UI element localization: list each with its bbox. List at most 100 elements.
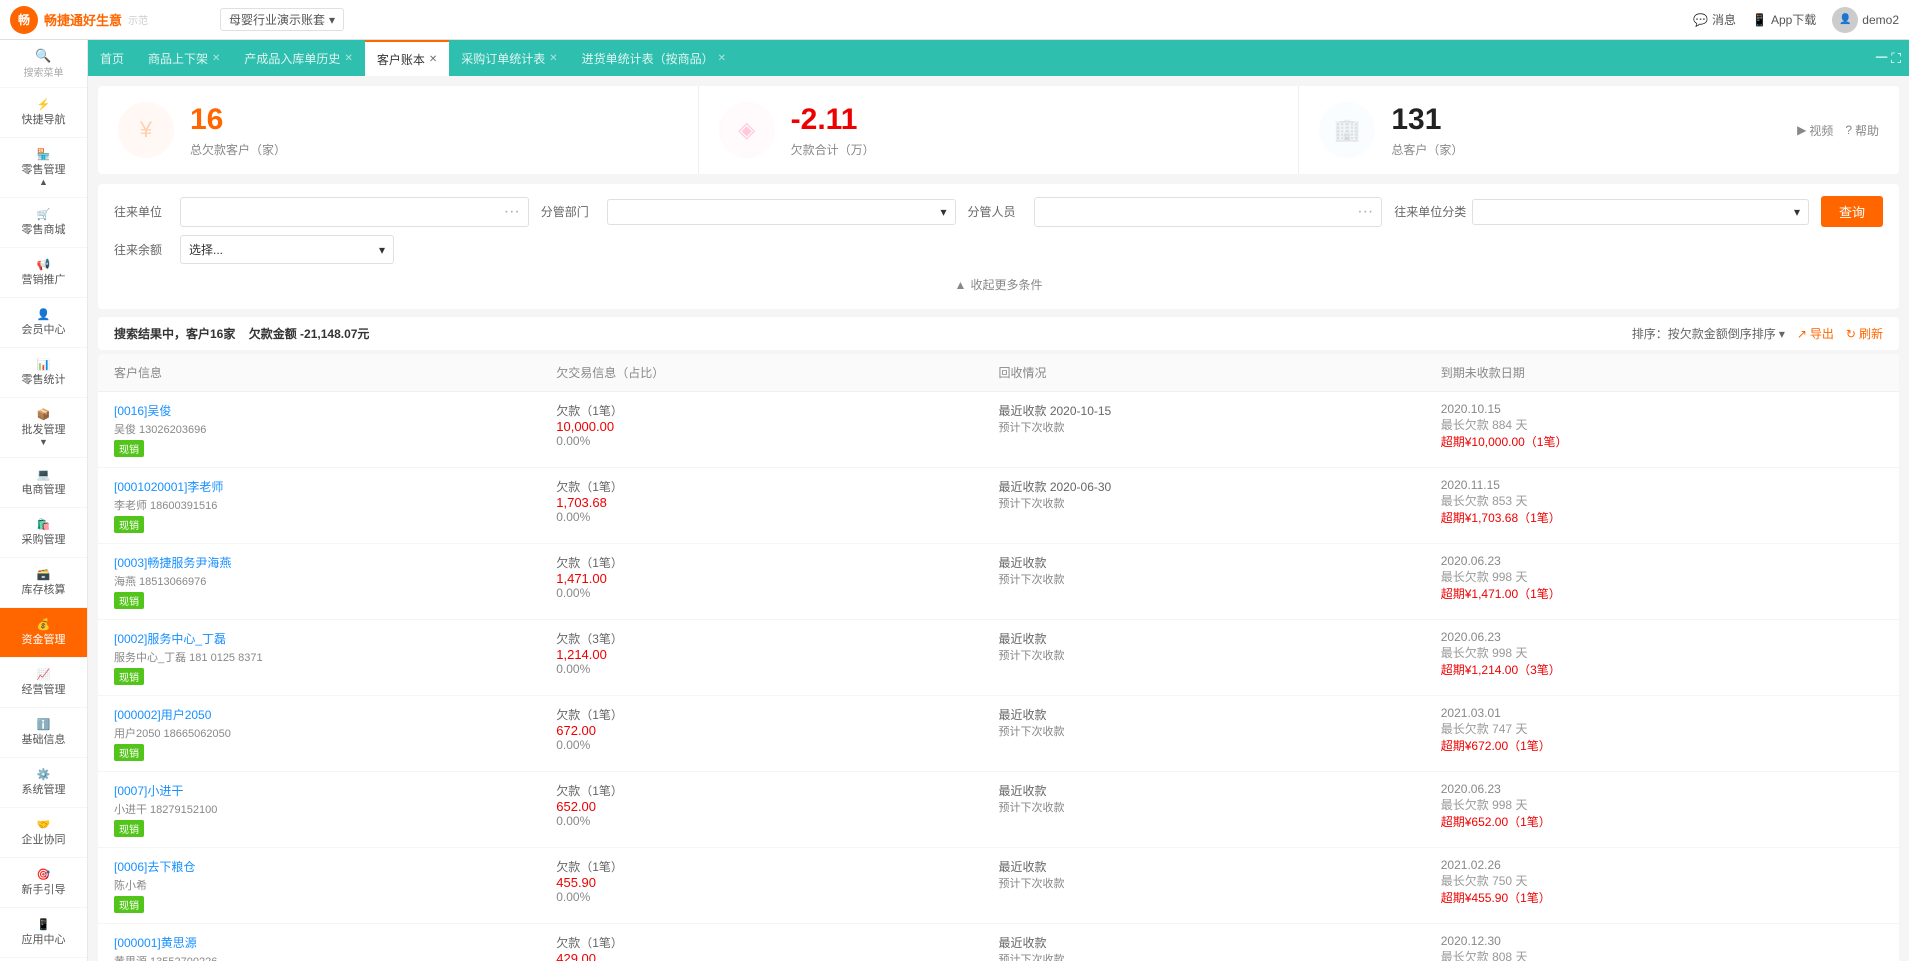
- help-icon: ?: [1845, 123, 1852, 137]
- user-btn[interactable]: 👤 demo2: [1832, 7, 1899, 33]
- next-collection-1: 预计下次收款: [999, 495, 1441, 511]
- sidebar-item-inventory[interactable]: 🗃️ 库存核算: [0, 558, 87, 608]
- filter-dots-icon[interactable]: ···: [504, 203, 520, 221]
- debt-amount-3[interactable]: 1,214.00: [556, 647, 998, 662]
- sidebar-item-retail-stats[interactable]: 📊 零售统计: [0, 348, 87, 398]
- refresh-button[interactable]: ↻ 刷新: [1846, 325, 1883, 342]
- tab-customer-ledger-close[interactable]: ✕: [429, 54, 437, 65]
- help-btn[interactable]: ? 帮助: [1845, 122, 1879, 139]
- collapse-btn[interactable]: ▲ 收起更多条件: [114, 272, 1883, 297]
- overdue-link-4[interactable]: 超期¥672.00（1笔）: [1441, 737, 1883, 754]
- customer-contact-4: 用户2050 18665062050: [114, 725, 556, 741]
- col-header-debt-info: 欠交易信息（占比）: [556, 364, 998, 381]
- collection-info-6: 最近收款 预计下次收款: [999, 858, 1441, 891]
- sidebar-item-retail-mall[interactable]: 🛒 零售商城: [0, 198, 87, 248]
- overdue-days-6: 最长欠款 750 天: [1441, 872, 1883, 889]
- filter-person-dots-icon[interactable]: ···: [1357, 203, 1373, 221]
- sort-button[interactable]: 排序：按欠款金额倒序排序 ▾: [1632, 325, 1785, 342]
- tab-goods-stats[interactable]: 进货单统计表（按商品） ✕: [570, 40, 738, 76]
- last-collection-0: 最近收款 2020-10-15: [999, 402, 1441, 419]
- customer-name-3[interactable]: [0002]服务中心_丁磊: [114, 630, 556, 647]
- debt-amount-7[interactable]: 429.00: [556, 951, 998, 961]
- tab-product-listing-close[interactable]: ✕: [212, 53, 220, 64]
- debt-amount-4[interactable]: 672.00: [556, 723, 998, 738]
- tab-goods-stats-close[interactable]: ✕: [718, 53, 726, 64]
- sidebar-item-operations[interactable]: 📈 经营管理: [0, 658, 87, 708]
- overdue-link-6[interactable]: 超期¥455.90（1笔）: [1441, 889, 1883, 906]
- tab-product-listing[interactable]: 商品上下架 ✕: [136, 40, 232, 76]
- due-date-3: 2020.06.23: [1441, 630, 1883, 644]
- sidebar-item-apps[interactable]: 📱 应用中心: [0, 908, 87, 958]
- overdue-link-3[interactable]: 超期¥1,214.00（3笔）: [1441, 661, 1883, 678]
- tab-purchase-order-stats[interactable]: 采购订单统计表 ✕: [449, 40, 569, 76]
- debt-count-6: 欠款（1笔）: [556, 858, 998, 875]
- sidebar-item-collab[interactable]: 🤝 企业协同: [0, 808, 87, 858]
- store-selector[interactable]: 母婴行业演示账套 ▾: [220, 8, 344, 31]
- wholesale-label: 批发管理: [22, 421, 66, 437]
- due-date-0: 2020.10.15: [1441, 402, 1883, 416]
- customer-name-6[interactable]: [0006]去下粮仓: [114, 858, 556, 875]
- store-name: 母婴行业演示账套: [229, 11, 325, 28]
- wholesale-expand-icon: ▼: [39, 437, 48, 447]
- sidebar-item-quick-nav[interactable]: ⚡ 快捷导航: [0, 88, 87, 138]
- filter-input-person[interactable]: ···: [1034, 197, 1383, 227]
- sidebar-item-finance[interactable]: 💰 资金管理: [0, 608, 87, 658]
- debt-amount-1[interactable]: 1,703.68: [556, 495, 998, 510]
- tab-customer-ledger[interactable]: 客户账本 ✕: [365, 40, 449, 76]
- customer-name-4[interactable]: [000002]用户2050: [114, 706, 556, 723]
- tab-maximize-icon[interactable]: ⛶: [1891, 50, 1901, 67]
- filter-row-1: 往来单位 ··· 分管部门 ▾: [114, 196, 1883, 227]
- overdue-link-5[interactable]: 超期¥652.00（1笔）: [1441, 813, 1883, 830]
- filter-select-category[interactable]: ▾: [1472, 199, 1809, 225]
- customer-name-2[interactable]: [0003]畅捷服务尹海燕: [114, 554, 556, 571]
- debt-amount-0[interactable]: 10,000.00: [556, 419, 998, 434]
- customer-name-5[interactable]: [0007]小进干: [114, 782, 556, 799]
- tab-finished-goods-close[interactable]: ✕: [344, 53, 352, 64]
- customer-name-7[interactable]: [000001]黄思源: [114, 934, 556, 951]
- operations-label: 经营管理: [22, 681, 66, 697]
- wholesale-icon: 📦: [37, 408, 51, 421]
- debt-pct-5: 0.00%: [556, 814, 998, 828]
- app-download-btn[interactable]: 📱 App下载: [1752, 11, 1816, 28]
- message-btn[interactable]: 💬 消息: [1693, 11, 1736, 28]
- sidebar-item-member[interactable]: 👤 会员中心: [0, 298, 87, 348]
- customer-name-0[interactable]: [0016]吴俊: [114, 402, 556, 419]
- filter-select-dept[interactable]: ▾: [607, 199, 956, 225]
- filter-label-dept: 分管部门: [541, 203, 601, 220]
- sidebar-item-retail-mgmt[interactable]: 🏪 零售管理 ▲: [0, 138, 87, 198]
- tab-finished-goods[interactable]: 产成品入库单历史 ✕: [232, 40, 364, 76]
- overdue-link-0[interactable]: 超期¥10,000.00（1笔）: [1441, 433, 1883, 450]
- search-button[interactable]: 查询: [1821, 196, 1883, 227]
- table-row: [0007]小进干 小进干 18279152100 现销 欠款（1笔） 652.…: [98, 772, 1899, 848]
- sidebar-item-ecommerce[interactable]: 💻 电商管理: [0, 458, 87, 508]
- retail-stats-label: 零售统计: [22, 371, 66, 387]
- next-collection-2: 预计下次收款: [999, 571, 1441, 587]
- sidebar-item-basic-info[interactable]: ℹ️ 基础信息: [0, 708, 87, 758]
- help-label: 帮助: [1855, 122, 1879, 139]
- sidebar-item-guide[interactable]: 🎯 新手引导: [0, 858, 87, 908]
- overdue-link-2[interactable]: 超期¥1,471.00（1笔）: [1441, 585, 1883, 602]
- sidebar-item-search[interactable]: 🔍 搜索菜单: [0, 40, 87, 88]
- table-container: 客户信息 欠交易信息（占比） 回收情况 到期未收款日期 [0016]吴俊 吴俊 …: [98, 354, 1899, 961]
- sidebar-item-wholesale[interactable]: 📦 批发管理 ▼: [0, 398, 87, 458]
- tab-home[interactable]: 首页: [88, 40, 136, 76]
- customer-name-1[interactable]: [0001020001]李老师: [114, 478, 556, 495]
- filter-input-customer[interactable]: ···: [180, 197, 529, 227]
- sidebar-item-marketing[interactable]: 📢 营销推广: [0, 248, 87, 298]
- overdue-info-6: 2021.02.26 最长欠款 750 天 超期¥455.90（1笔）: [1441, 858, 1883, 906]
- sidebar-item-purchase[interactable]: 🛍️ 采购管理: [0, 508, 87, 558]
- debt-amount-6[interactable]: 455.90: [556, 875, 998, 890]
- tab-purchase-order-stats-close[interactable]: ✕: [549, 53, 557, 64]
- video-btn[interactable]: ▶ 视频: [1797, 122, 1833, 139]
- tab-minimize-icon[interactable]: ─: [1876, 49, 1887, 67]
- filter-select-balance[interactable]: 选择... ▾: [180, 235, 394, 264]
- stat-info-total: 131 总客户（家）: [1391, 103, 1463, 158]
- collapse-label: 收起更多条件: [970, 276, 1042, 293]
- debt-pct-0: 0.00%: [556, 434, 998, 448]
- overdue-link-1[interactable]: 超期¥1,703.68（1笔）: [1441, 509, 1883, 526]
- sidebar-item-system[interactable]: ⚙️ 系统管理: [0, 758, 87, 808]
- export-button[interactable]: ↗ 导出: [1797, 325, 1834, 342]
- debt-amount-2[interactable]: 1,471.00: [556, 571, 998, 586]
- debt-amount-5[interactable]: 652.00: [556, 799, 998, 814]
- next-collection-7: 预计下次收款: [999, 951, 1441, 961]
